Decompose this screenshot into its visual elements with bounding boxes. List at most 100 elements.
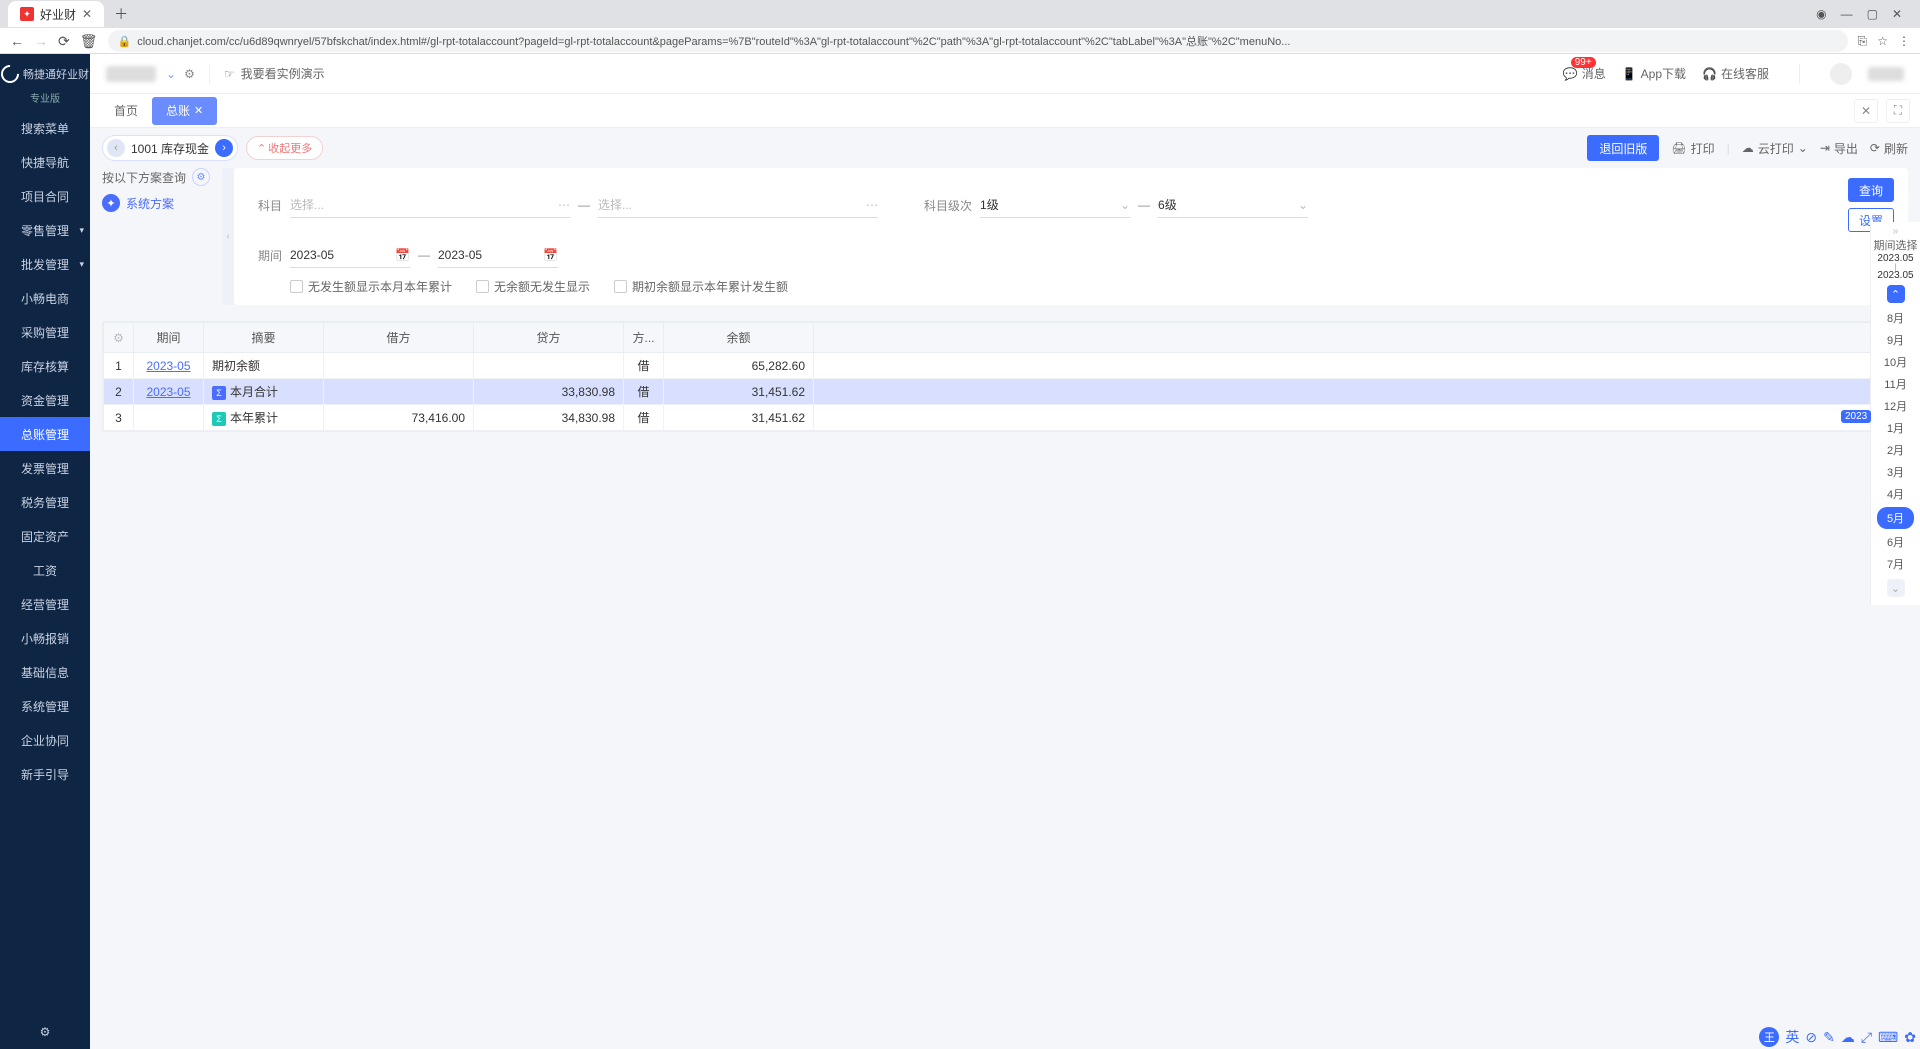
month-option[interactable]: 12月 (1871, 395, 1920, 417)
sidebar-item[interactable]: 固定资产 (0, 519, 90, 553)
month-option[interactable]: 7月 (1871, 553, 1920, 575)
refresh-button[interactable]: ⟳刷新 (1870, 140, 1908, 157)
minimize-icon[interactable]: — (1841, 7, 1853, 21)
app-download-button[interactable]: 📱 App下载 (1622, 65, 1686, 82)
checkbox-no-balance[interactable]: 无余额无发生显示 (476, 278, 590, 295)
account-icon[interactable]: ◉ (1816, 7, 1826, 21)
scroll-down-button[interactable]: ⌄ (1887, 579, 1905, 597)
sidebar-item[interactable]: 系统管理 (0, 689, 90, 723)
month-option[interactable]: 9月 (1871, 329, 1920, 351)
tab-home[interactable]: 首页 (100, 97, 152, 125)
month-option[interactable]: 6月 (1871, 531, 1920, 553)
tray-icon[interactable]: ⤢ (1861, 1029, 1872, 1046)
month-option[interactable]: 2月 (1871, 439, 1920, 461)
org-selector[interactable]: ⌄ (106, 66, 176, 82)
collapse-handle[interactable]: ‹ (222, 168, 234, 305)
export-button[interactable]: ⇥导出 (1820, 140, 1858, 157)
print-button[interactable]: 🖨打印 (1671, 140, 1714, 157)
close-icon[interactable]: ✕ (194, 104, 203, 117)
month-option[interactable]: 4月 (1871, 483, 1920, 505)
sidebar-item[interactable]: 采购管理 (0, 315, 90, 349)
install-icon[interactable]: ⎘ (1858, 34, 1868, 49)
tray-icon[interactable]: ⌨ (1878, 1029, 1898, 1046)
sidebar-item[interactable]: 资金管理 (0, 383, 90, 417)
reload-icon[interactable]: ⟳ (58, 33, 70, 50)
month-option[interactable]: 5月 (1877, 507, 1914, 529)
sidebar-settings-button[interactable]: ⚙ (0, 1015, 90, 1049)
sidebar-item[interactable]: 库存核算 (0, 349, 90, 383)
month-option[interactable]: 3月 (1871, 461, 1920, 483)
settings-column[interactable]: ⚙ (104, 323, 134, 353)
add-tab-button[interactable]: ＋ (114, 4, 128, 24)
checkbox-opening-balance[interactable]: 期初余额显示本年累计发生额 (614, 278, 788, 295)
tray-icon[interactable]: 英 (1785, 1027, 1799, 1047)
account-pill[interactable]: ‹ 1001 库存现金 › (102, 135, 238, 161)
tray-icon[interactable]: ☁ (1841, 1029, 1855, 1046)
messages-button[interactable]: 99+ 💬 消息 (1563, 65, 1606, 82)
sidebar-item[interactable]: 经营管理 (0, 587, 90, 621)
prev-account-button[interactable]: ‹ (107, 139, 125, 157)
fullscreen-button[interactable]: ⛶ (1886, 99, 1910, 123)
avatar[interactable] (1830, 63, 1852, 85)
sidebar-item[interactable]: 基础信息 (0, 655, 90, 689)
tray-icon[interactable]: ⊘ (1805, 1029, 1817, 1046)
gear-icon[interactable]: ⚙ (192, 168, 210, 186)
period-link[interactable]: 2023-05 (146, 385, 190, 399)
tab-ledger[interactable]: 总账 ✕ (152, 97, 217, 125)
level-to-select[interactable]: 6级⌄ (1158, 192, 1308, 218)
sidebar-item[interactable]: 小畅电商 (0, 281, 90, 315)
sidebar-item[interactable]: 零售管理▾ (0, 213, 90, 247)
sidebar-item[interactable]: 项目合同 (0, 179, 90, 213)
browser-tab[interactable]: ✦ 好业财 ✕ (8, 1, 104, 27)
month-option[interactable]: 10月 (1871, 351, 1920, 373)
sidebar-item[interactable]: 搜索菜单 (0, 111, 90, 145)
sidebar-item[interactable]: 工资 (0, 553, 90, 587)
sidebar-item[interactable]: 总账管理 (0, 417, 90, 451)
collapse-filters-button[interactable]: ⌃ 收起更多 (246, 136, 323, 160)
maximize-icon[interactable]: ▢ (1867, 7, 1878, 21)
system-plan-item[interactable]: ✦ 系统方案 (102, 194, 226, 212)
demo-link[interactable]: ☞ 我要看实例演示 (224, 65, 325, 82)
query-button[interactable]: 查询 (1848, 178, 1894, 202)
column-header: 余额 (664, 323, 814, 353)
back-icon[interactable]: ← (10, 33, 24, 49)
checkbox-no-amount[interactable]: 无发生额显示本月本年累计 (290, 278, 452, 295)
collapse-panel-icon[interactable]: » (1871, 226, 1920, 237)
month-option[interactable]: 8月 (1871, 307, 1920, 329)
month-option[interactable]: 11月 (1871, 373, 1920, 395)
close-all-tabs-button[interactable]: ✕ (1854, 99, 1878, 123)
menu-icon[interactable]: ⋮ (1898, 34, 1910, 49)
tray-icon[interactable]: ✿ (1904, 1029, 1916, 1046)
subject-to-select[interactable]: 选择...⋯ (598, 192, 878, 218)
month-option[interactable]: 1月 (1871, 417, 1920, 439)
period-link[interactable]: 2023-05 (146, 359, 190, 373)
subject-from-select[interactable]: 选择...⋯ (290, 192, 570, 218)
toolbar: ‹ 1001 库存现金 › ⌃ 收起更多 退回旧版 🖨打印 | ☁云打印⌄ ⇥导… (90, 128, 1920, 168)
star-icon[interactable]: ☆ (1877, 34, 1888, 49)
delete-icon[interactable]: 🗑 (80, 33, 98, 50)
ime-badge[interactable]: 王 (1759, 1027, 1779, 1047)
sidebar-item[interactable]: 快捷导航 (0, 145, 90, 179)
close-window-icon[interactable]: ✕ (1892, 7, 1902, 21)
sidebar-item[interactable]: 批发管理▾ (0, 247, 90, 281)
sidebar-item[interactable]: 税务管理 (0, 485, 90, 519)
gear-icon[interactable]: ⚙ (184, 67, 195, 81)
tray-icon[interactable]: ✎ (1823, 1029, 1835, 1046)
address-bar[interactable]: 🔒 cloud.chanjet.com/cc/u6d89qwnryel/57bf… (108, 30, 1848, 52)
back-old-version-button[interactable]: 退回旧版 (1587, 135, 1659, 161)
scroll-up-button[interactable]: ⌃ (1887, 285, 1905, 303)
period-from-input[interactable]: 2023-05📅 (290, 242, 410, 268)
close-icon[interactable]: ✕ (82, 7, 92, 21)
sidebar-item[interactable]: 新手引导 (0, 757, 90, 791)
cloud-print-button[interactable]: ☁云打印⌄ (1742, 140, 1808, 157)
next-account-button[interactable]: › (215, 139, 233, 157)
customer-service-button[interactable]: 🎧 在线客服 (1702, 65, 1769, 82)
period-to-input[interactable]: 2023-05📅 (438, 242, 558, 268)
level-from-select[interactable]: 1级⌄ (980, 192, 1130, 218)
sidebar-item[interactable]: 企业协同 (0, 723, 90, 757)
tab-strip: ✦ 好业财 ✕ ＋ ◉ — ▢ ✕ (0, 0, 1920, 28)
sidebar-item[interactable]: 发票管理 (0, 451, 90, 485)
chevron-down-icon: ▾ (79, 259, 84, 270)
org-name-blurred (106, 66, 156, 82)
sidebar-item[interactable]: 小畅报销 (0, 621, 90, 655)
